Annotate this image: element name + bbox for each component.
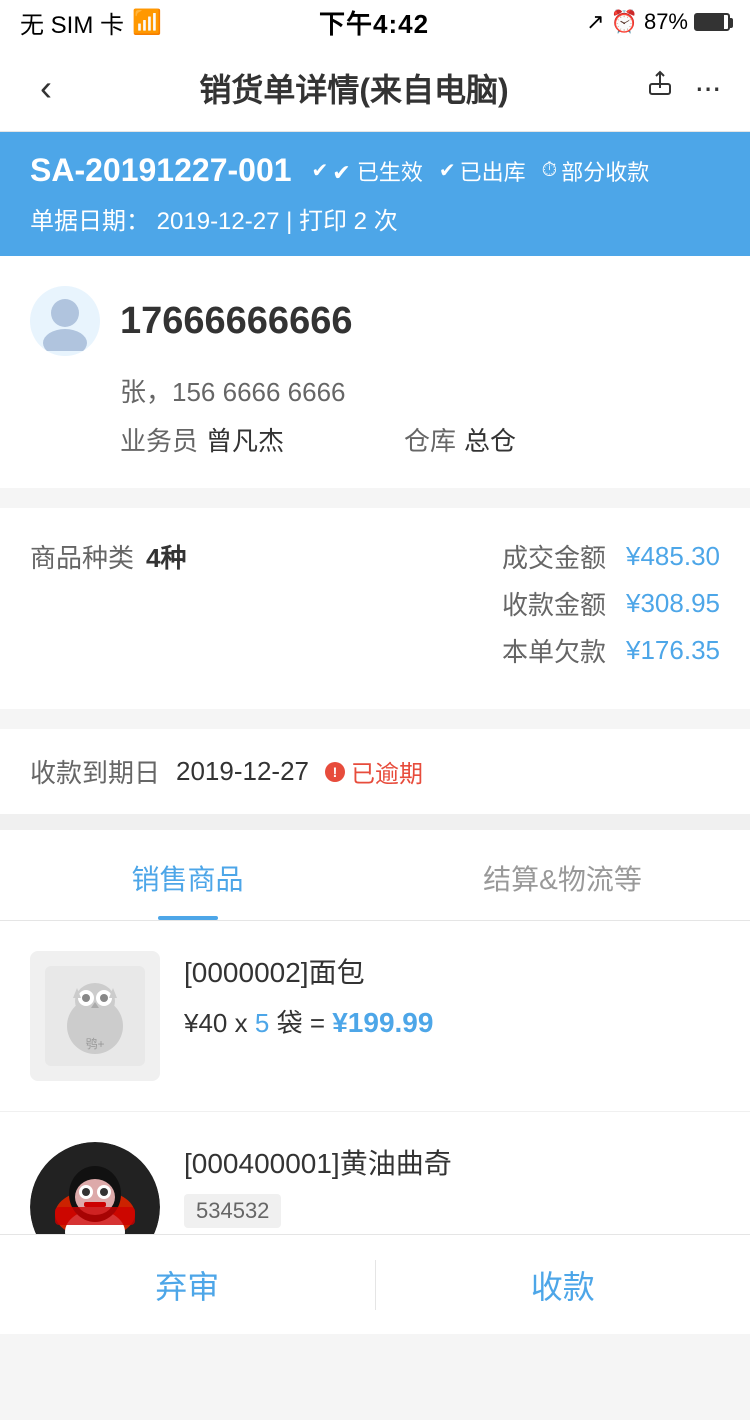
unit-1: 袋: [277, 1008, 303, 1038]
transaction-amount: ¥485.30: [626, 541, 720, 572]
total-1: ¥199.99: [332, 1007, 433, 1038]
battery-icon: [694, 13, 730, 31]
section-divider: [0, 814, 750, 830]
page-title: 销货单详情(来自电脑): [62, 65, 646, 111]
overdue-text: 已逾期: [351, 754, 423, 789]
category-stat: 商品种类 4种: [30, 538, 186, 575]
qty-1: 5: [255, 1008, 269, 1038]
debt-amount: ¥176.35: [626, 635, 720, 666]
badge-effective: ✔ ✔ 已生效: [312, 155, 423, 187]
tabs-section: 销售商品 结算&物流等: [0, 830, 750, 921]
stats-right: 成交金额 ¥485.30 收款金额 ¥308.95 本单欠款 ¥176.35: [502, 538, 720, 679]
category-label: 商品种类: [30, 538, 134, 575]
share-icon[interactable]: [646, 70, 674, 106]
status-left: 无 SIM 卡 📶: [20, 5, 162, 40]
badge-partial: ⏱ 部分收款: [542, 155, 650, 187]
alarm-icon: ⏰: [611, 9, 638, 35]
stats-left: 商品种类 4种: [30, 538, 186, 583]
price-1: ¥40: [184, 1008, 227, 1038]
stats-row: 商品种类 4种 成交金额 ¥485.30 收款金额 ¥308.95 本单欠款 ¥…: [30, 538, 720, 679]
transaction-label: 成交金额: [502, 538, 606, 575]
tab-settlement[interactable]: 结算&物流等: [375, 830, 750, 920]
nav-bar: ‹ 销货单详情(来自电脑) ···: [0, 44, 750, 132]
warehouse-label: 仓库: [404, 421, 456, 458]
location-icon: ↗: [586, 9, 604, 35]
received-amount: ¥308.95: [626, 588, 720, 619]
order-header-top: SA-20191227-001 ✔ ✔ 已生效 ✔ 已出库 ⏱ 部分收款: [30, 152, 720, 189]
received-stat: 收款金额 ¥308.95: [502, 585, 720, 622]
warehouse-name: 总仓: [464, 421, 516, 458]
check-icon-2: ✔: [439, 158, 456, 183]
customer-name: 张，156 6666 6666: [120, 372, 720, 409]
order-date: 单据日期： 2019-12-27 | 打印 2 次: [30, 201, 720, 236]
overdue-icon: !: [325, 762, 345, 782]
tabs-row: 销售商品 结算&物流等: [0, 830, 750, 921]
category-count: 4种: [146, 538, 186, 575]
wifi-icon: 📶: [132, 8, 162, 37]
more-button[interactable]: ···: [694, 69, 720, 106]
tab-sales-label: 销售商品: [131, 864, 243, 895]
overdue-badge: ! 已逾期: [325, 754, 423, 789]
product-price-1: ¥40 x 5 袋 = ¥199.99: [184, 1003, 720, 1040]
svg-text:鸮+: 鸮+: [85, 1036, 104, 1051]
sales-name: 曾凡杰: [206, 421, 284, 458]
customer-section: 17666666666 张，156 6666 6666 业务员 曾凡杰 仓库 总…: [0, 256, 750, 488]
product-sku-2: 534532: [184, 1194, 281, 1228]
product-image-1: 鸮+: [30, 951, 160, 1081]
tab-sales-products[interactable]: 销售商品: [0, 830, 375, 920]
due-section: 收款到期日 2019-12-27 ! 已逾期: [0, 729, 750, 814]
product-item: 鸮+ [0000002]面包 ¥40 x 5 袋 = ¥199.99: [0, 921, 750, 1112]
check-icon-1: ✔: [312, 158, 329, 183]
status-right: ↗ ⏰ 87%: [586, 9, 730, 35]
clock-icon: ⏱: [542, 159, 558, 182]
cancel-button[interactable]: 弃审: [0, 1242, 375, 1328]
status-bar: 无 SIM 卡 📶 下午4:42 ↗ ⏰ 87%: [0, 0, 750, 44]
order-number: SA-20191227-001: [30, 152, 292, 189]
customer-meta: 业务员 曾凡杰 仓库 总仓: [120, 421, 720, 458]
no-sim-text: 无 SIM 卡: [20, 5, 124, 40]
sales-label: 业务员: [120, 421, 198, 458]
tab-settlement-label: 结算&物流等: [483, 864, 642, 895]
bottom-action-bar: 弃审 收款: [0, 1234, 750, 1334]
debt-label: 本单欠款: [502, 632, 606, 669]
battery-text: 87%: [644, 9, 688, 35]
transaction-stat: 成交金额 ¥485.30: [502, 538, 720, 575]
product-name-2: [000400001]黄油曲奇: [184, 1142, 720, 1182]
due-date: 2019-12-27: [176, 756, 309, 787]
avatar: [30, 286, 100, 356]
warehouse-info: 仓库 总仓: [404, 421, 516, 458]
order-badges: ✔ ✔ 已生效 ✔ 已出库 ⏱ 部分收款: [312, 155, 650, 187]
collect-button[interactable]: 收款: [376, 1242, 750, 1328]
customer-id: 17666666666: [120, 300, 352, 343]
debt-stat: 本单欠款 ¥176.35: [502, 632, 720, 669]
due-label: 收款到期日: [30, 753, 160, 790]
stats-section: 商品种类 4种 成交金额 ¥485.30 收款金额 ¥308.95 本单欠款 ¥…: [0, 508, 750, 709]
order-header: SA-20191227-001 ✔ ✔ 已生效 ✔ 已出库 ⏱ 部分收款 单据日…: [0, 132, 750, 256]
sales-info: 业务员 曾凡杰: [120, 421, 284, 458]
status-time: 下午4:42: [319, 4, 429, 41]
received-label: 收款金额: [502, 585, 606, 622]
product-name-1: [0000002]面包: [184, 951, 720, 991]
badge-shipped: ✔ 已出库: [439, 155, 526, 187]
product-info-1: [0000002]面包 ¥40 x 5 袋 = ¥199.99: [184, 951, 720, 1040]
nav-actions: ···: [646, 69, 720, 106]
customer-row: 17666666666: [30, 286, 720, 356]
back-button[interactable]: ‹: [30, 57, 62, 119]
